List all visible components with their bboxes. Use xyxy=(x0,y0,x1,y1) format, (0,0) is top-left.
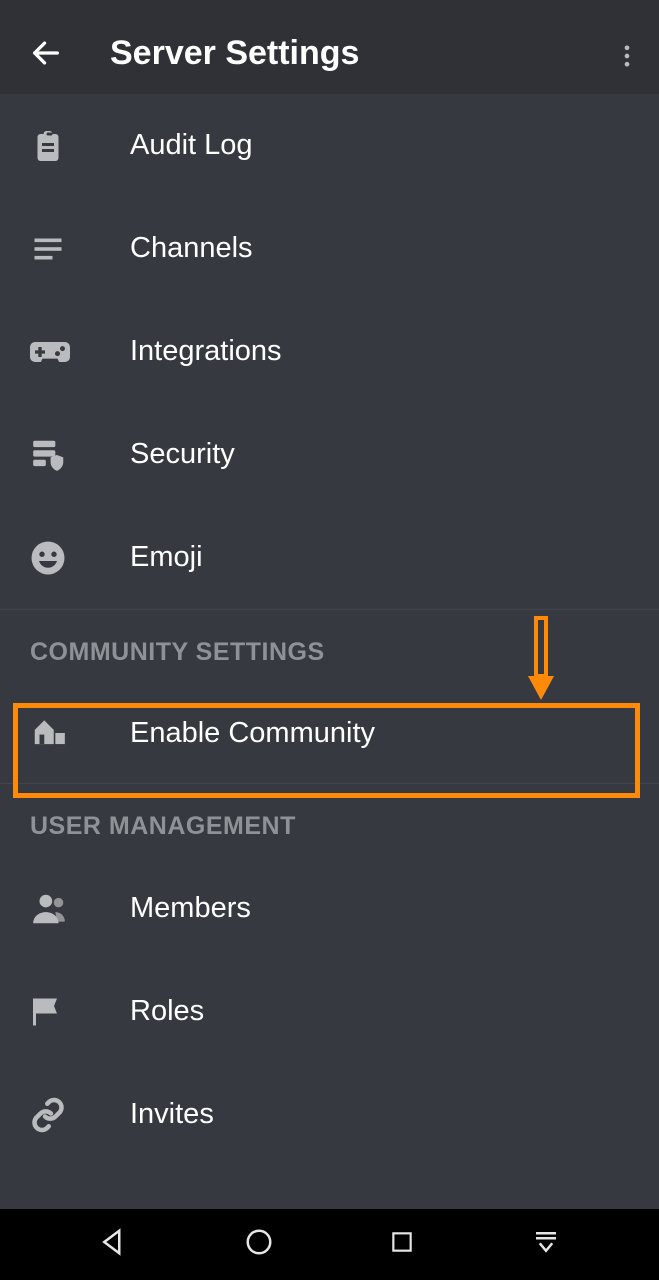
item-label: Audit Log xyxy=(130,129,253,162)
item-label: Integrations xyxy=(130,335,282,368)
item-audit-log[interactable]: Audit Log xyxy=(0,94,659,197)
item-label: Emoji xyxy=(130,541,203,574)
item-security[interactable]: Security xyxy=(0,403,659,506)
nav-home-button[interactable] xyxy=(244,1227,274,1262)
shield-server-icon xyxy=(30,436,70,474)
more-button[interactable] xyxy=(613,42,641,75)
app-header: Server Settings xyxy=(0,0,659,94)
section-header-user-management: USER MANAGEMENT xyxy=(0,784,659,857)
item-label: Channels xyxy=(130,232,253,265)
gamepad-icon xyxy=(30,332,70,372)
list-icon xyxy=(30,231,70,267)
item-roles[interactable]: Roles xyxy=(0,960,659,1063)
nav-recent-button[interactable] xyxy=(389,1229,415,1260)
item-label: Members xyxy=(130,892,251,925)
item-integrations[interactable]: Integrations xyxy=(0,300,659,403)
pulldown-icon xyxy=(531,1227,561,1257)
page-title: Server Settings xyxy=(110,34,359,73)
item-label: Roles xyxy=(130,995,204,1028)
back-arrow-icon xyxy=(29,36,63,70)
item-members[interactable]: Members xyxy=(0,857,659,960)
back-button[interactable] xyxy=(28,35,64,71)
nav-pulldown-button[interactable] xyxy=(531,1227,561,1262)
emoji-icon xyxy=(30,540,70,576)
item-channels[interactable]: Channels xyxy=(0,197,659,300)
item-emoji[interactable]: Emoji xyxy=(0,506,659,609)
item-label: Enable Community xyxy=(130,717,375,750)
clipboard-icon xyxy=(30,128,70,164)
item-enable-community[interactable]: Enable Community xyxy=(0,683,659,783)
section-header-community: COMMUNITY SETTINGS xyxy=(0,610,659,683)
circle-home-icon xyxy=(244,1227,274,1257)
members-icon xyxy=(30,890,70,928)
flag-icon xyxy=(30,994,70,1030)
android-navigation-bar xyxy=(0,1209,659,1280)
triangle-back-icon xyxy=(98,1227,128,1257)
square-recent-icon xyxy=(389,1229,415,1255)
item-label: Security xyxy=(130,438,235,471)
link-icon xyxy=(30,1097,70,1133)
nav-back-button[interactable] xyxy=(98,1227,128,1262)
townhall-icon xyxy=(30,714,70,752)
settings-list: Audit Log Channels Integrations Security… xyxy=(0,94,659,1166)
item-label: Invites xyxy=(130,1098,214,1131)
more-vertical-icon xyxy=(613,42,641,70)
item-invites[interactable]: Invites xyxy=(0,1063,659,1166)
